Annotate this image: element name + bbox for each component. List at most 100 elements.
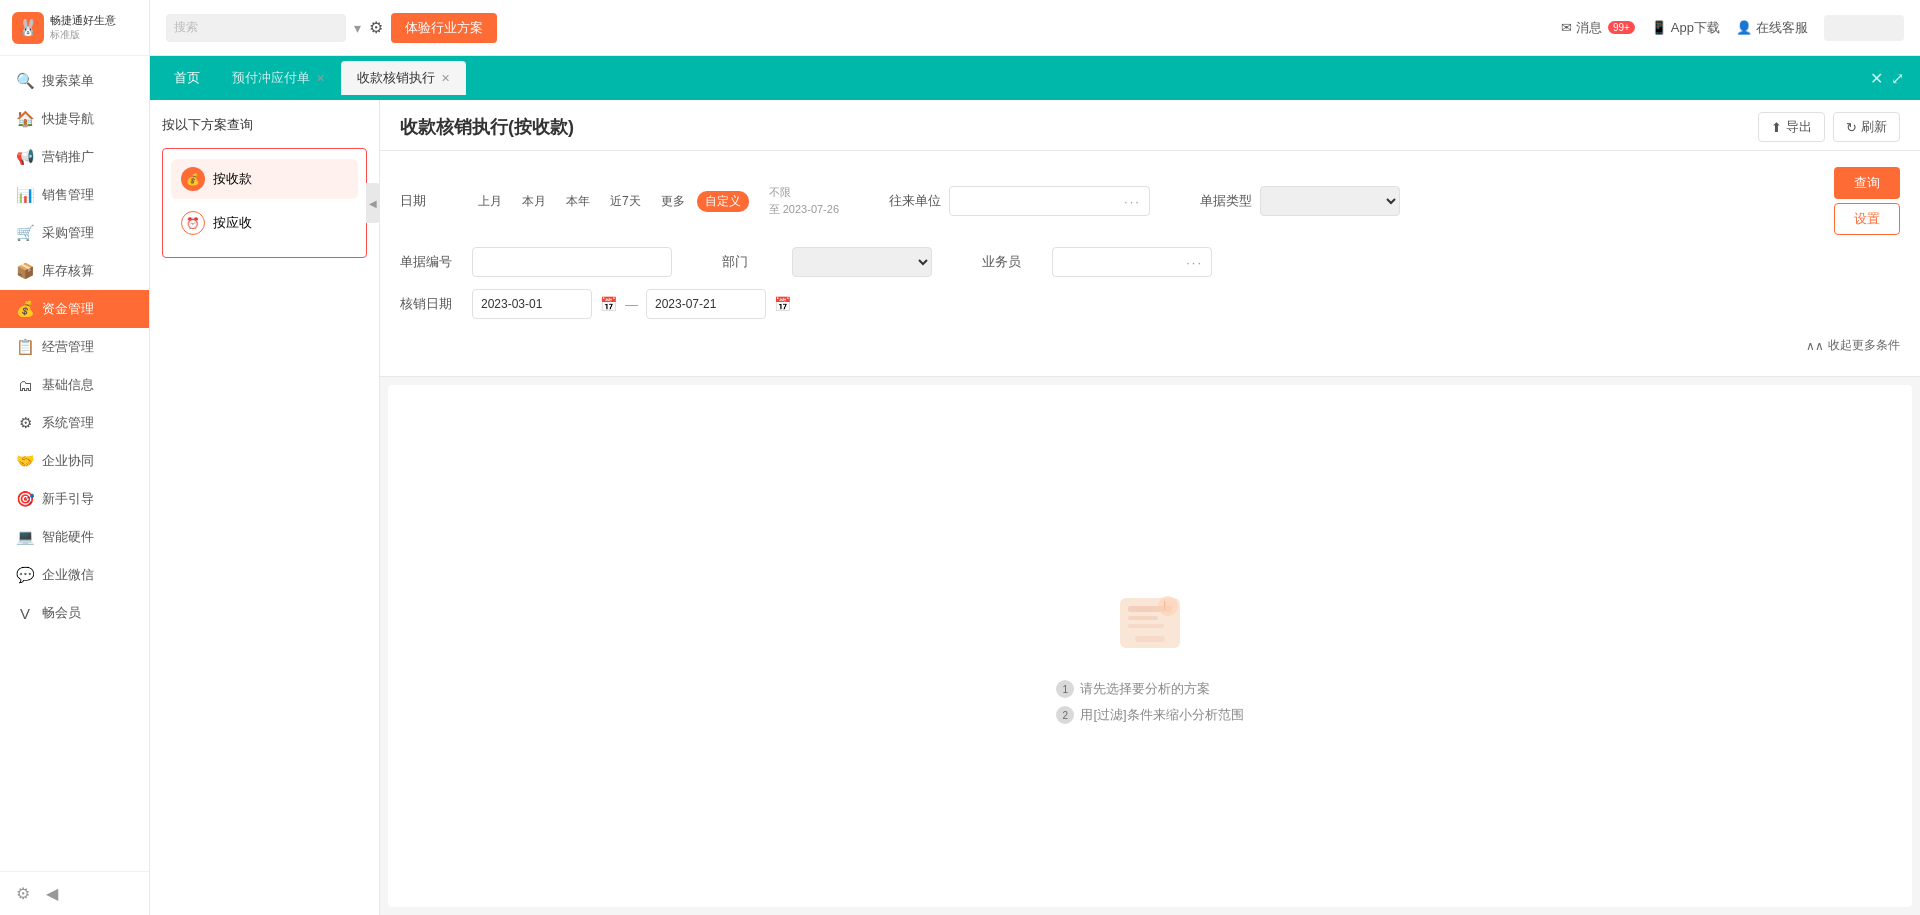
receivable-filter-icon: ⏰ <box>181 211 205 235</box>
sidebar-item-quick[interactable]: 🏠 快捷导航 <box>0 100 149 138</box>
system-nav-icon: ⚙ <box>16 414 34 432</box>
verify-date-start-input[interactable] <box>472 289 592 319</box>
counterpart-label: 往来单位 <box>889 192 941 210</box>
filter-panel-title: 按以下方案查询 <box>162 116 367 134</box>
tab-home[interactable]: 首页 <box>158 61 216 95</box>
hint-text-1: 请先选择要分析的方案 <box>1080 680 1210 698</box>
sidebar-item-ops[interactable]: 📋 经营管理 <box>0 328 149 366</box>
tab-prepay-close[interactable]: ✕ <box>316 72 325 85</box>
export-icon: ⬆ <box>1771 120 1782 135</box>
sidebar-label-purchase: 采购管理 <box>42 224 94 242</box>
date-btn-this-month[interactable]: 本月 <box>514 190 554 213</box>
staff-dots-btn[interactable]: ··· <box>1186 255 1203 270</box>
search-nav-icon: 🔍 <box>16 72 34 90</box>
sidebar-label-search: 搜索菜单 <box>42 72 94 90</box>
sidebar-label-corp: 企业协同 <box>42 452 94 470</box>
sidebar-item-sales[interactable]: 📊 销售管理 <box>0 176 149 214</box>
settings-footer-icon[interactable]: ⚙ <box>16 884 30 903</box>
date-btn-7days[interactable]: 近7天 <box>602 190 649 213</box>
sidebar-item-system[interactable]: ⚙ 系统管理 <box>0 404 149 442</box>
sidebar-label-finance: 资金管理 <box>42 300 94 318</box>
collapse-sidebar-icon[interactable]: ◀ <box>46 884 58 903</box>
date-btn-more[interactable]: 更多 <box>653 190 693 213</box>
message-icon: ✉ <box>1561 20 1572 35</box>
tab-prepay[interactable]: 预付冲应付单 ✕ <box>216 61 341 95</box>
collapse-more-icon: ∧∧ <box>1806 339 1824 353</box>
header-gear-icon[interactable]: ⚙ <box>369 18 383 37</box>
filter-by-receipt[interactable]: 💰 按收款 <box>171 159 358 199</box>
service-icon: 👤 <box>1736 20 1752 35</box>
sidebar-item-basic[interactable]: 🗂 基础信息 <box>0 366 149 404</box>
dept-label: 部门 <box>722 253 772 271</box>
no-limit-text: 不限 <box>769 185 839 200</box>
sidebar-item-member[interactable]: V 畅会员 <box>0 594 149 632</box>
query-action-group: 查询 设置 <box>1834 167 1900 235</box>
bill-type-select[interactable] <box>1260 186 1400 216</box>
app-download-btn[interactable]: 📱 App下载 <box>1651 19 1720 37</box>
date-btn-custom[interactable]: 自定义 <box>697 191 749 212</box>
query-btn[interactable]: 查询 <box>1834 167 1900 199</box>
tab-receipt-close[interactable]: ✕ <box>441 72 450 85</box>
verify-date-separator: — <box>625 297 638 312</box>
date-btn-last-month[interactable]: 上月 <box>470 190 510 213</box>
svg-rect-3 <box>1128 624 1164 628</box>
sidebar-item-search[interactable]: 🔍 搜索菜单 <box>0 62 149 100</box>
refresh-btn[interactable]: ↻ 刷新 <box>1833 112 1900 142</box>
panel-collapse-btn[interactable]: ◀ <box>366 183 380 223</box>
header-search-area: 搜索 ▾ ⚙ 体验行业方案 <box>166 13 1549 43</box>
logo-icon: 🐰 <box>12 12 44 44</box>
staff-input[interactable] <box>1061 255 1186 269</box>
sidebar-item-inventory[interactable]: 📦 库存核算 <box>0 252 149 290</box>
filter-by-receivable[interactable]: ⏰ 按应收 <box>171 203 358 243</box>
svg-point-4 <box>1158 596 1178 616</box>
main-area: 搜索 ▾ ⚙ 体验行业方案 ✉ 消息 99+ 📱 App下载 👤 在线客服 <box>150 0 1920 915</box>
counterpart-dots-btn[interactable]: ··· <box>1124 194 1141 209</box>
verify-date-start-icon[interactable]: 📅 <box>600 296 617 312</box>
industry-btn[interactable]: 体验行业方案 <box>391 13 497 43</box>
close-window-btn[interactable]: ✕ <box>1870 69 1883 88</box>
basic-nav-icon: 🗂 <box>16 376 34 394</box>
sidebar-item-wechat[interactable]: 💬 企业微信 <box>0 556 149 594</box>
counterpart-input[interactable] <box>958 186 1124 216</box>
staff-input-wrap: ··· <box>1052 247 1212 277</box>
sidebar-footer: ⚙ ◀ <box>0 871 149 915</box>
refresh-icon: ↻ <box>1846 120 1857 135</box>
refresh-label: 刷新 <box>1861 118 1887 136</box>
purchase-nav-icon: 🛒 <box>16 224 34 242</box>
sidebar-item-finance[interactable]: 💰 资金管理 <box>0 290 149 328</box>
message-btn[interactable]: ✉ 消息 99+ <box>1561 19 1635 37</box>
service-label: 在线客服 <box>1756 19 1808 37</box>
empty-hints: 1 请先选择要分析的方案 2 用[过滤]条件来缩小分析范围 <box>1056 680 1243 724</box>
maximize-window-btn[interactable]: ⤢ <box>1891 69 1904 88</box>
quick-nav-icon: 🏠 <box>16 110 34 128</box>
finance-nav-icon: 💰 <box>16 300 34 318</box>
empty-hint-1: 1 请先选择要分析的方案 <box>1056 680 1243 698</box>
hardware-nav-icon: 💻 <box>16 528 34 546</box>
sidebar-item-marketing[interactable]: 📢 营销推广 <box>0 138 149 176</box>
bill-no-input-wrap <box>472 247 672 277</box>
verify-date-end-icon[interactable]: 📅 <box>774 296 791 312</box>
wechat-nav-icon: 💬 <box>16 566 34 584</box>
date-btn-this-year[interactable]: 本年 <box>558 190 598 213</box>
sidebar-nav: 🔍 搜索菜单 🏠 快捷导航 📢 营销推广 📊 销售管理 🛒 采购管理 📦 库存核… <box>0 56 149 871</box>
app-label: App下载 <box>1671 19 1720 37</box>
tab-receipt[interactable]: 收款核销执行 ✕ <box>341 61 466 95</box>
verify-date-end-input[interactable] <box>646 289 766 319</box>
bill-no-input[interactable] <box>481 255 663 269</box>
sidebar-item-hardware[interactable]: 💻 智能硬件 <box>0 518 149 556</box>
header-dropdown-icon[interactable]: ▾ <box>354 20 361 36</box>
user-avatar[interactable] <box>1824 15 1904 41</box>
export-btn[interactable]: ⬆ 导出 <box>1758 112 1825 142</box>
sidebar-item-purchase[interactable]: 🛒 采购管理 <box>0 214 149 252</box>
logo-text: 畅捷通好生意 <box>50 13 116 27</box>
dept-select[interactable] <box>792 247 932 277</box>
filter-settings-btn[interactable]: 设置 <box>1834 203 1900 235</box>
sidebar-item-guide[interactable]: 🎯 新手引导 <box>0 480 149 518</box>
counterpart-group: 往来单位 ··· <box>889 186 1150 216</box>
verify-date-label: 核销日期 <box>400 295 452 313</box>
header-right: ✉ 消息 99+ 📱 App下载 👤 在线客服 <box>1561 15 1904 41</box>
collapse-more-btn[interactable]: ∧∧ 收起更多条件 <box>400 331 1900 360</box>
filter-area: 日期 上月 本月 本年 近7天 更多 自定义 不限 至 2023-07-26 <box>380 151 1920 377</box>
sidebar-item-corp[interactable]: 🤝 企业协同 <box>0 442 149 480</box>
online-service-btn[interactable]: 👤 在线客服 <box>1736 19 1808 37</box>
